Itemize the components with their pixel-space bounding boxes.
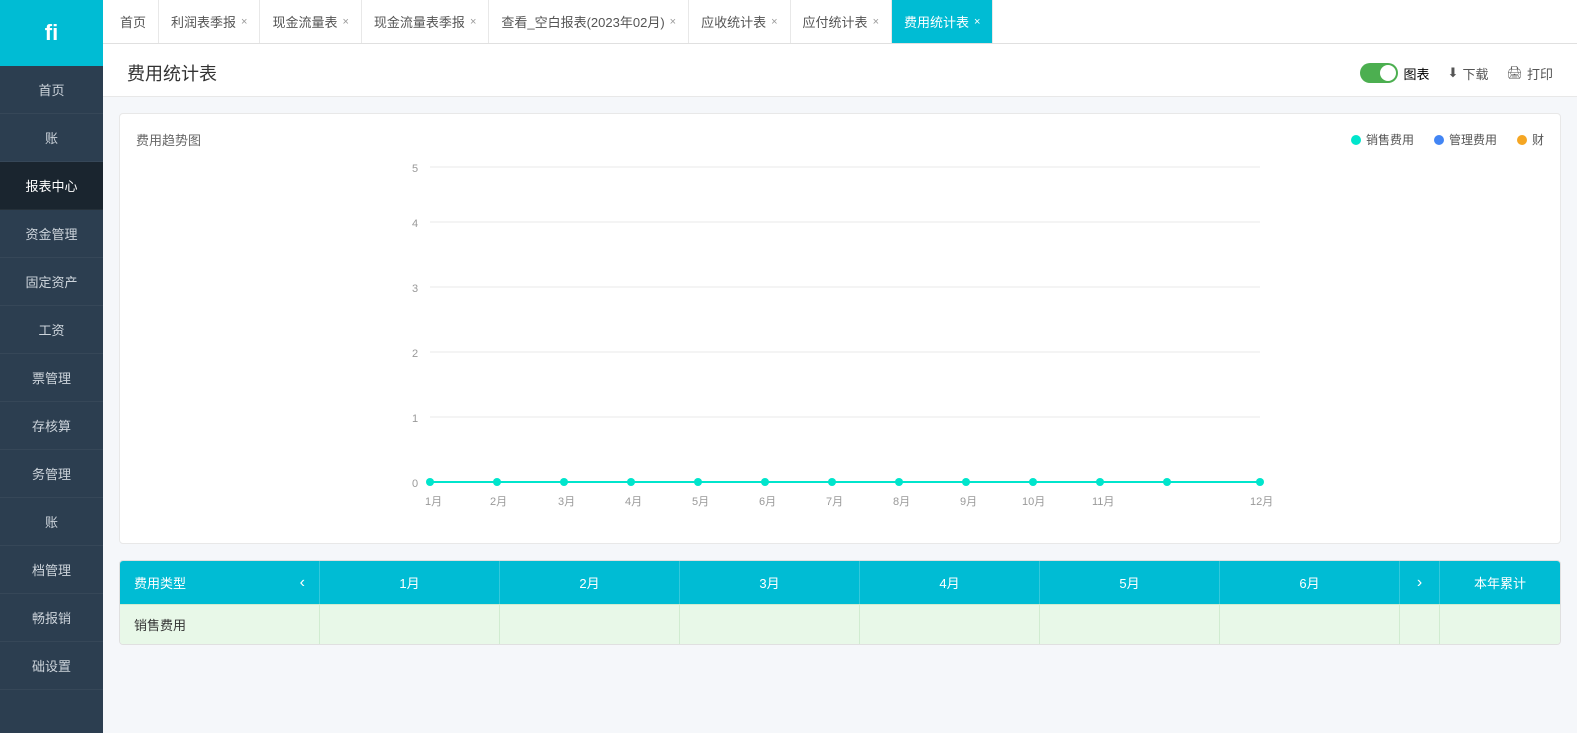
sidebar-item-ledger[interactable]: 账 [0,498,103,546]
content-area: 费用统计表 图表 ⬇ 下载 🖨 打印 费用趋势图 [103,44,1577,733]
svg-text:2月: 2月 [490,496,507,508]
legend-sales: 销售费用 [1351,131,1414,148]
tab-close-cashflow-quarterly[interactable]: × [470,16,476,28]
td-m6 [1220,605,1400,644]
chart-title: 费用趋势图 [136,130,201,149]
tab-close-payable[interactable]: × [873,16,879,28]
chart-area: 0 1 2 3 4 5 [136,157,1544,527]
sidebar-item-fixed-assets[interactable]: 固定资产 [0,258,103,306]
sidebar-item-home[interactable]: 首页 [0,66,103,114]
svg-text:9月: 9月 [960,496,977,508]
th-type: 费用类型 ‹ [120,561,320,604]
legend-label-sales: 销售费用 [1366,131,1414,148]
legend-finance: 财 [1517,131,1544,148]
page-title: 费用统计表 [127,60,217,86]
app-logo: fi [0,0,103,66]
download-button[interactable]: ⬇ 下载 [1448,64,1489,83]
legend-dot-sales [1351,135,1361,145]
th-m1: 1月 [320,561,500,604]
td-spacer [1400,605,1440,644]
chart-section: 费用趋势图 销售费用 管理费用 财 [119,113,1561,544]
th-m5: 5月 [1040,561,1220,604]
svg-text:11月: 11月 [1092,496,1114,508]
sidebar: fi 首页 账 报表中心 资金管理 固定资产 工资 票管理 存核算 务管理 账 … [0,0,103,733]
svg-text:1: 1 [412,413,418,425]
sidebar-item-account[interactable]: 账 [0,114,103,162]
svg-text:12月: 12月 [1250,496,1273,508]
legend-dot-finance [1517,135,1527,145]
download-icon: ⬇ [1448,65,1459,81]
svg-text:4月: 4月 [625,496,642,508]
th-next[interactable]: › [1400,561,1440,604]
tab-close-profit-quarterly[interactable]: × [241,16,247,28]
tab-close-expense-stats[interactable]: × [974,16,980,28]
td-m2 [500,605,680,644]
sidebar-item-archive[interactable]: 档管理 [0,546,103,594]
main-area: 首页 利润表季报 × 现金流量表 × 现金流量表季报 × 查看_空白报表(202… [103,0,1577,733]
page-header: 费用统计表 图表 ⬇ 下载 🖨 打印 [103,44,1577,97]
svg-text:3月: 3月 [558,496,575,508]
svg-text:8月: 8月 [893,496,910,508]
th-m4: 4月 [860,561,1040,604]
tab-view-blank[interactable]: 查看_空白报表(2023年02月) × [489,0,689,44]
tab-close-cashflow[interactable]: × [342,16,348,28]
svg-text:3: 3 [412,283,418,295]
tab-expense-stats[interactable]: 费用统计表 × [892,0,993,44]
tab-home[interactable]: 首页 [108,0,159,44]
sidebar-item-service[interactable]: 务管理 [0,450,103,498]
th-m6: 6月 [1220,561,1400,604]
legend-label-finance: 财 [1532,131,1544,148]
td-m3 [680,605,860,644]
sidebar-item-basic-settings[interactable]: 础设置 [0,642,103,690]
sidebar-item-salary[interactable]: 工资 [0,306,103,354]
tab-cashflow[interactable]: 现金流量表 × [260,0,361,44]
sidebar-item-invoice[interactable]: 票管理 [0,354,103,402]
table-header: 费用类型 ‹ 1月 2月 3月 4月 5月 6月 › 本年累计 [120,561,1560,604]
svg-text:5: 5 [412,163,418,175]
tab-close-receivable[interactable]: × [771,16,777,28]
sidebar-item-expense-report[interactable]: 畅报销 [0,594,103,642]
line-chart-svg: 0 1 2 3 4 5 [136,157,1544,527]
legend-dot-admin [1434,135,1444,145]
table-section: 费用类型 ‹ 1月 2月 3月 4月 5月 6月 › 本年累计 销售费用 [119,560,1561,645]
chart-toggle[interactable] [1360,63,1398,83]
tab-bar: 首页 利润表季报 × 现金流量表 × 现金流量表季报 × 查看_空白报表(202… [103,0,1577,44]
th-total: 本年累计 [1440,561,1560,604]
th-m2: 2月 [500,561,680,604]
chart-toggle-label: 图表 [1404,64,1430,83]
svg-text:10月: 10月 [1022,496,1045,508]
table-row: 销售费用 [120,604,1560,644]
sidebar-item-inventory[interactable]: 存核算 [0,402,103,450]
td-m5 [1040,605,1220,644]
header-actions: 图表 ⬇ 下载 🖨 打印 [1360,63,1553,83]
td-m4 [860,605,1040,644]
tab-cashflow-quarterly[interactable]: 现金流量表季报 × [362,0,489,44]
svg-text:6月: 6月 [759,496,776,508]
tab-receivable[interactable]: 应收统计表 × [689,0,790,44]
chart-toggle-wrap: 图表 [1360,63,1430,83]
sidebar-item-fund-management[interactable]: 资金管理 [0,210,103,258]
prev-arrow[interactable]: ‹ [300,574,305,592]
svg-text:0: 0 [412,478,418,490]
td-total [1440,605,1560,644]
chart-legend: 销售费用 管理费用 财 [1351,131,1544,148]
tab-close-view-blank[interactable]: × [670,16,676,28]
next-arrow[interactable]: › [1417,574,1422,592]
tab-profit-quarterly[interactable]: 利润表季报 × [159,0,260,44]
svg-text:1月: 1月 [425,496,442,508]
td-type: 销售费用 [120,605,320,644]
svg-text:5月: 5月 [692,496,709,508]
legend-admin: 管理费用 [1434,131,1497,148]
sidebar-item-report-center[interactable]: 报表中心 [0,162,103,210]
svg-text:7月: 7月 [826,496,843,508]
print-button[interactable]: 🖨 打印 [1506,64,1553,83]
print-icon: 🖨 [1506,65,1523,81]
svg-text:4: 4 [412,218,418,230]
svg-text:2: 2 [412,348,418,360]
tab-payable[interactable]: 应付统计表 × [791,0,892,44]
th-m3: 3月 [680,561,860,604]
td-m1 [320,605,500,644]
legend-label-admin: 管理费用 [1449,131,1497,148]
